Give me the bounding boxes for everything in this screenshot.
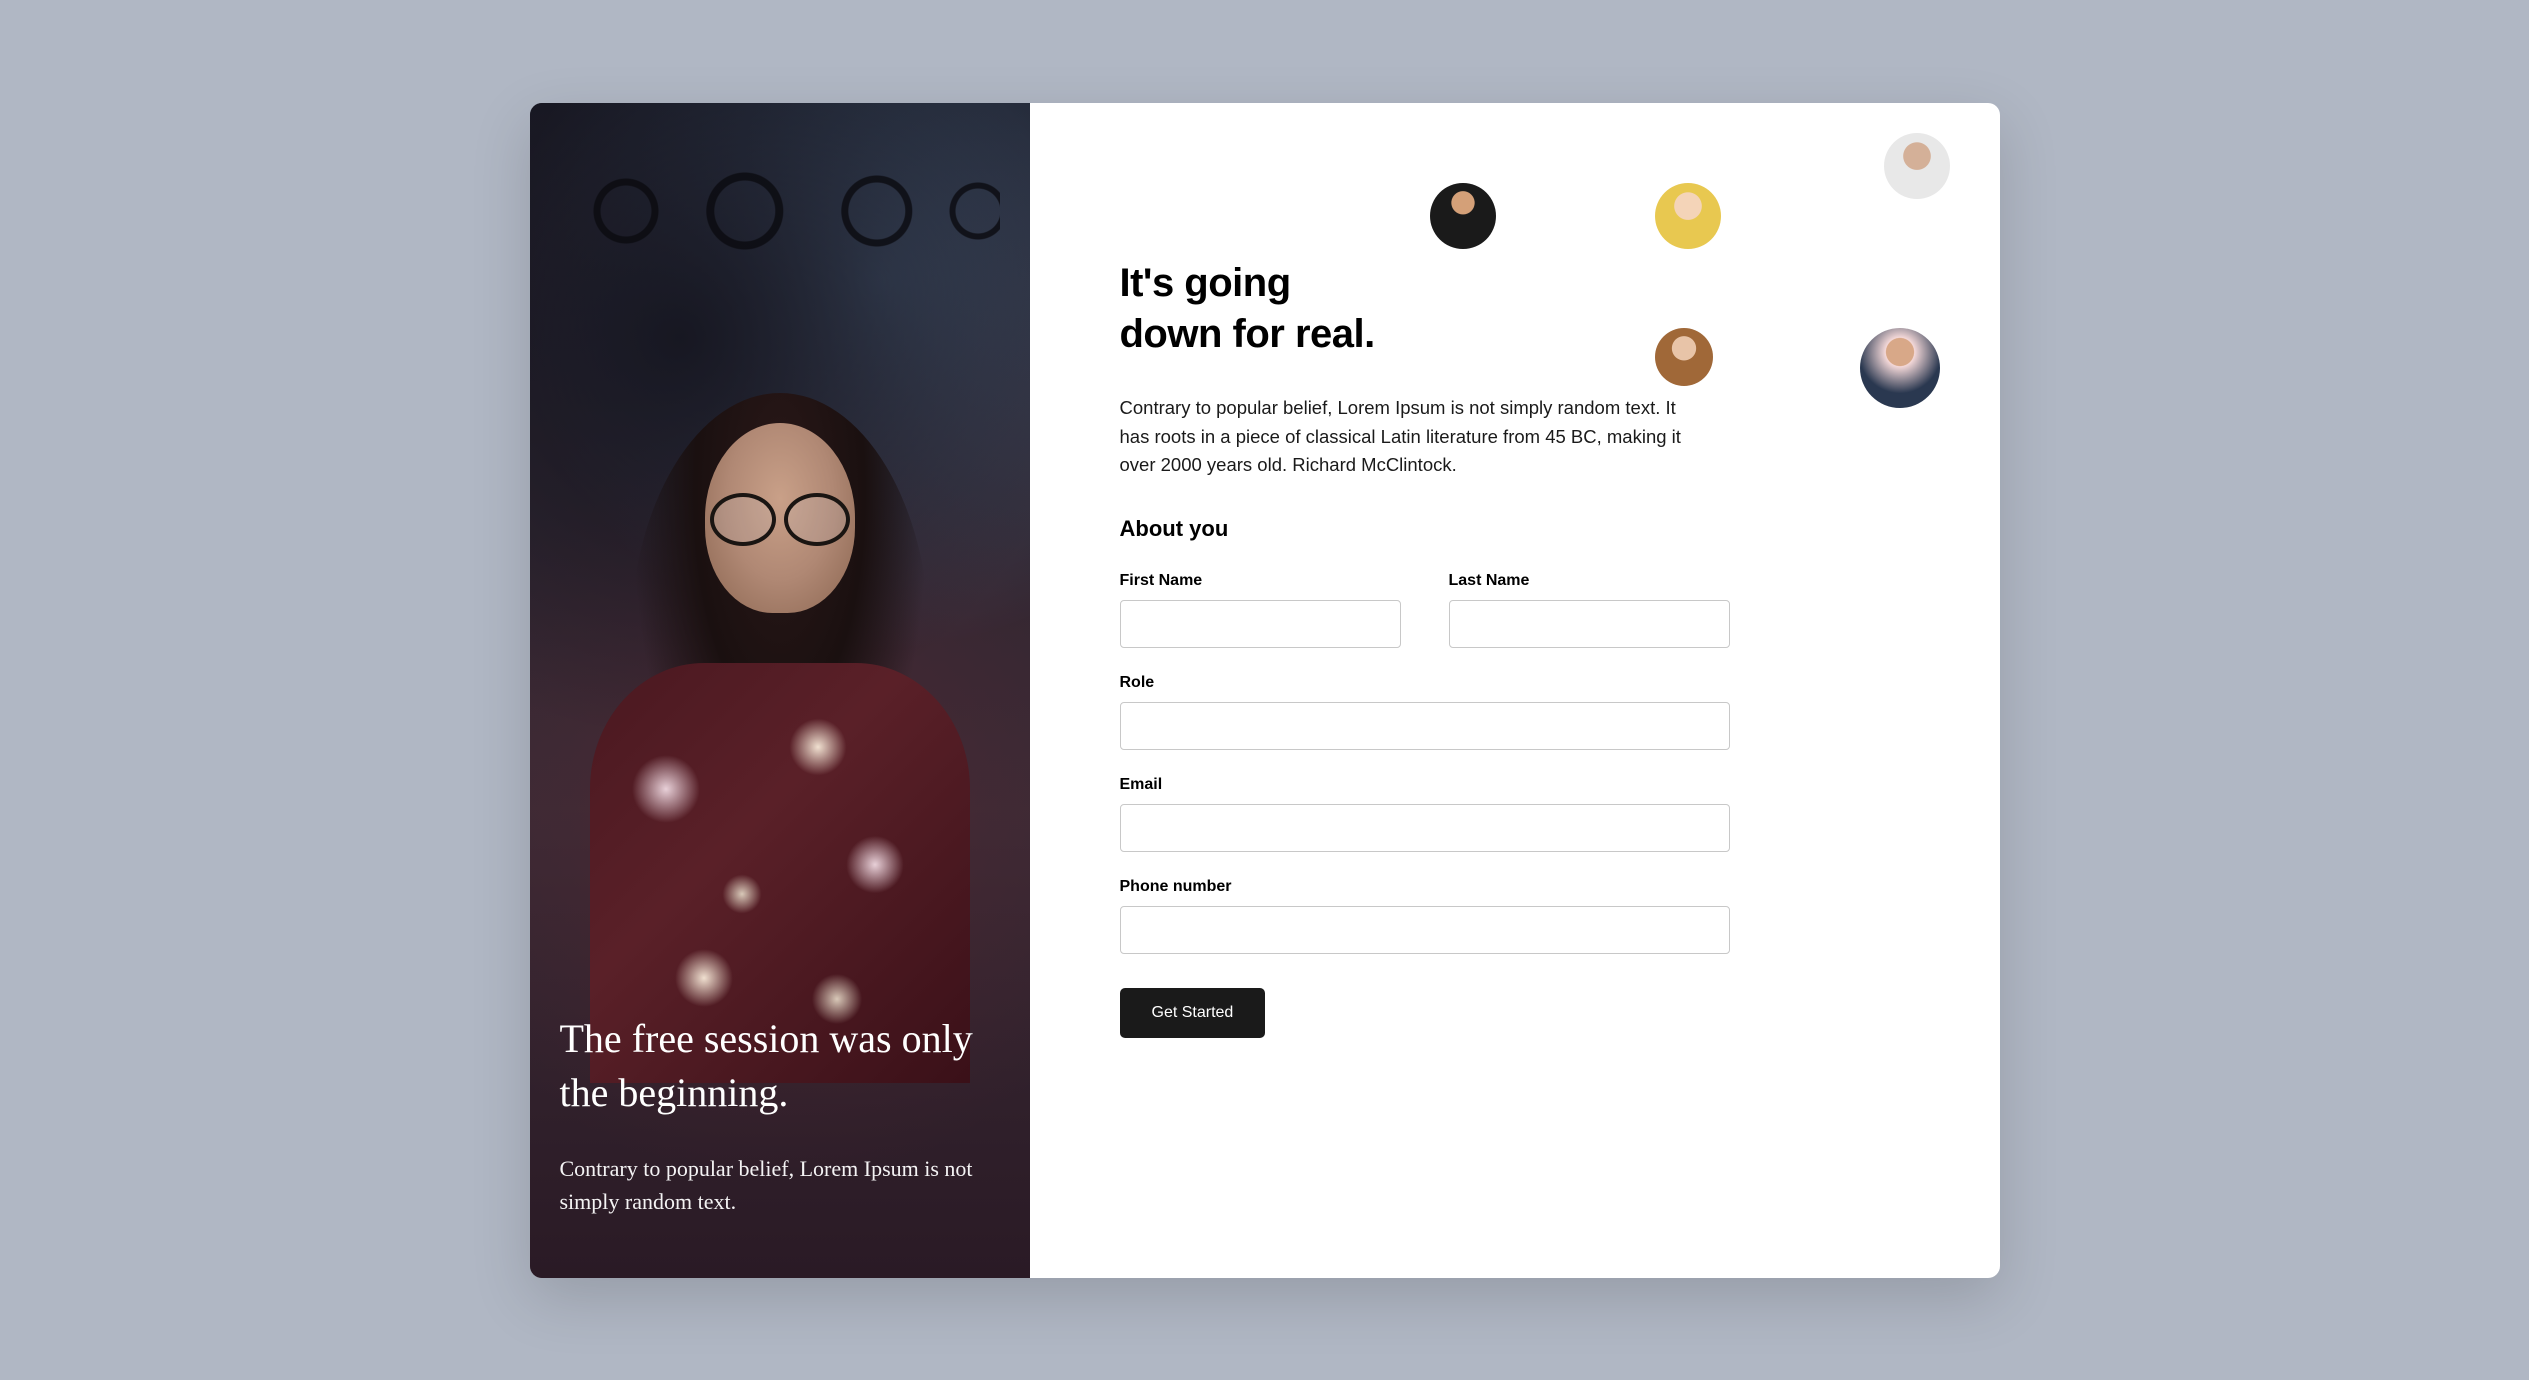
last-name-input[interactable] [1449,600,1730,648]
phone-label: Phone number [1120,878,1730,896]
hero-heading: The free session was only the beginning. [560,1012,1000,1120]
main-heading: It's going down for real. [1120,258,1910,360]
email-label: Email [1120,776,1730,794]
role-label: Role [1120,674,1730,692]
email-input[interactable] [1120,804,1730,852]
first-name-input[interactable] [1120,600,1401,648]
avatar-icon [1655,183,1721,249]
last-name-label: Last Name [1449,572,1730,590]
avatar-icon [1655,328,1713,386]
get-started-button[interactable]: Get Started [1120,988,1266,1038]
phone-input[interactable] [1120,906,1730,954]
hero-text-overlay: The free session was only the beginning.… [560,1012,1000,1218]
hero-person-illustration [610,383,950,1083]
avatar-icon [1884,133,1950,199]
form-panel: It's going down for real. Contrary to po… [1030,103,2000,1278]
role-input[interactable] [1120,702,1730,750]
avatar-icon [1430,183,1496,249]
first-name-label: First Name [1120,572,1401,590]
avatar-icon [1860,328,1940,408]
hero-image-panel: The free session was only the beginning.… [530,103,1030,1278]
signup-card: The free session was only the beginning.… [530,103,2000,1278]
hero-subtext: Contrary to popular belief, Lorem Ipsum … [560,1152,1000,1218]
about-you-form: First Name Last Name Role Email Phone nu… [1120,572,1730,1038]
description-text: Contrary to popular belief, Lorem Ipsum … [1120,394,1705,480]
section-heading: About you [1120,516,1910,542]
heading-line-1: It's going [1120,261,1291,305]
heading-line-2: down for real. [1120,312,1375,356]
